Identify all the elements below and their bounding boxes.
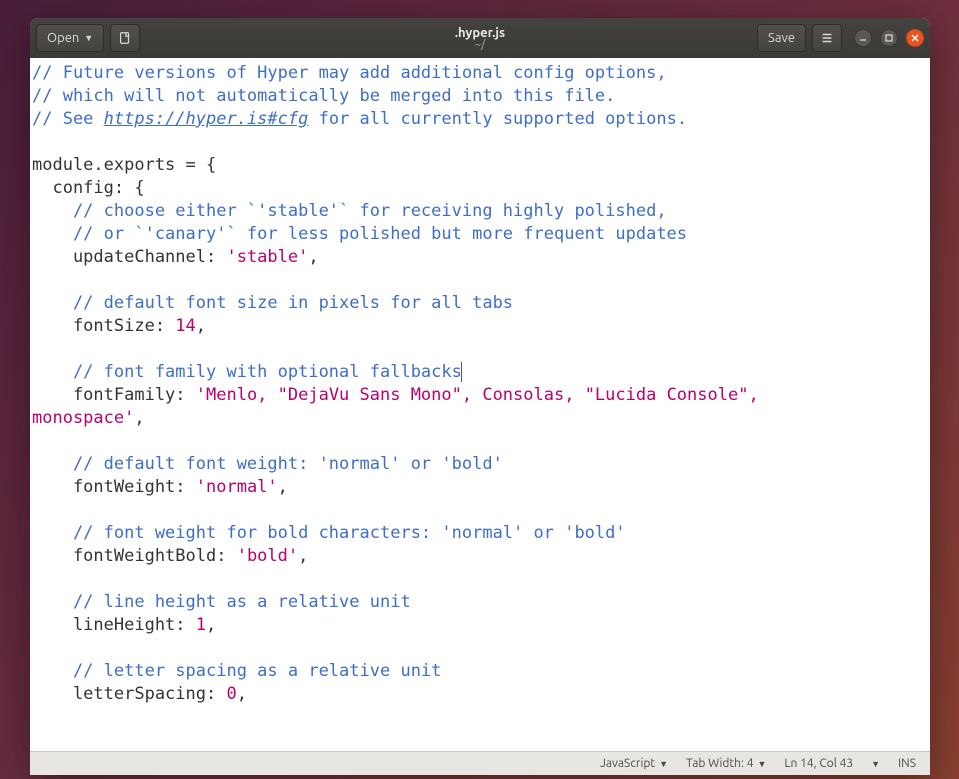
editor-window: Open ▼ .hyper.js ~/ Save // <box>30 18 930 775</box>
code-line: updateChannel: 'stable', <box>32 247 319 267</box>
maximize-icon <box>884 33 894 43</box>
code-line: // font family with optional fallbacks <box>32 362 462 382</box>
code-line: // which will not automatically be merge… <box>32 86 615 106</box>
chevron-down-icon: ▼ <box>757 759 766 769</box>
code-line: // default font weight: 'normal' or 'bol… <box>32 454 503 474</box>
chevron-down-icon[interactable]: ▼ <box>871 759 880 769</box>
code-line: // Future versions of Hyper may add addi… <box>32 63 667 83</box>
statusbar: JavaScript ▼ Tab Width: 4 ▼ Ln 14, Col 4… <box>30 751 930 775</box>
close-icon <box>910 33 920 43</box>
code-line: fontWeight: 'normal', <box>32 477 288 497</box>
code-editor[interactable]: // Future versions of Hyper may add addi… <box>30 58 930 751</box>
code-line: fontWeightBold: 'bold', <box>32 546 308 566</box>
code-line: lineHeight: 1, <box>32 615 216 635</box>
open-button[interactable]: Open ▼ <box>36 24 104 52</box>
chevron-down-icon: ▼ <box>84 33 93 43</box>
new-document-button[interactable] <box>110 24 140 52</box>
minimize-button[interactable] <box>854 29 872 47</box>
save-button[interactable]: Save <box>757 24 806 52</box>
code-line: fontSize: 14, <box>32 316 206 336</box>
code-line: // choose either `'stable'` for receivin… <box>32 201 667 221</box>
code-line: letterSpacing: 0, <box>32 684 247 704</box>
window-controls <box>854 29 924 47</box>
code-line: monospace', <box>32 408 145 428</box>
titlebar: Open ▼ .hyper.js ~/ Save <box>30 18 930 58</box>
text-cursor <box>461 362 462 382</box>
document-icon <box>118 31 132 45</box>
code-line: // See https://hyper.is#cfg for all curr… <box>32 109 687 129</box>
code-line: // font weight for bold characters: 'nor… <box>32 523 626 543</box>
code-line: // line height as a relative unit <box>32 592 411 612</box>
code-line: // letter spacing as a relative unit <box>32 661 441 681</box>
hamburger-menu-button[interactable] <box>812 24 842 52</box>
minimize-icon <box>858 33 868 43</box>
code-line: // or `'canary'` for less polished but m… <box>32 224 687 244</box>
code-line: // default font size in pixels for all t… <box>32 293 513 313</box>
open-label: Open <box>47 31 79 45</box>
maximize-button[interactable] <box>880 29 898 47</box>
code-line: module.exports = { <box>32 155 216 175</box>
hamburger-icon <box>820 31 834 45</box>
code-line: config: { <box>32 178 145 198</box>
code-line: fontFamily: 'Menlo, "DejaVu Sans Mono", … <box>32 385 769 405</box>
close-button[interactable] <box>906 29 924 47</box>
language-selector[interactable]: JavaScript ▼ <box>600 757 668 770</box>
cursor-position[interactable]: Ln 14, Col 43 <box>784 757 853 770</box>
insert-mode[interactable]: INS <box>898 757 916 770</box>
tabwidth-selector[interactable]: Tab Width: 4 ▼ <box>686 757 766 770</box>
save-label: Save <box>768 31 795 45</box>
chevron-down-icon: ▼ <box>659 759 668 769</box>
